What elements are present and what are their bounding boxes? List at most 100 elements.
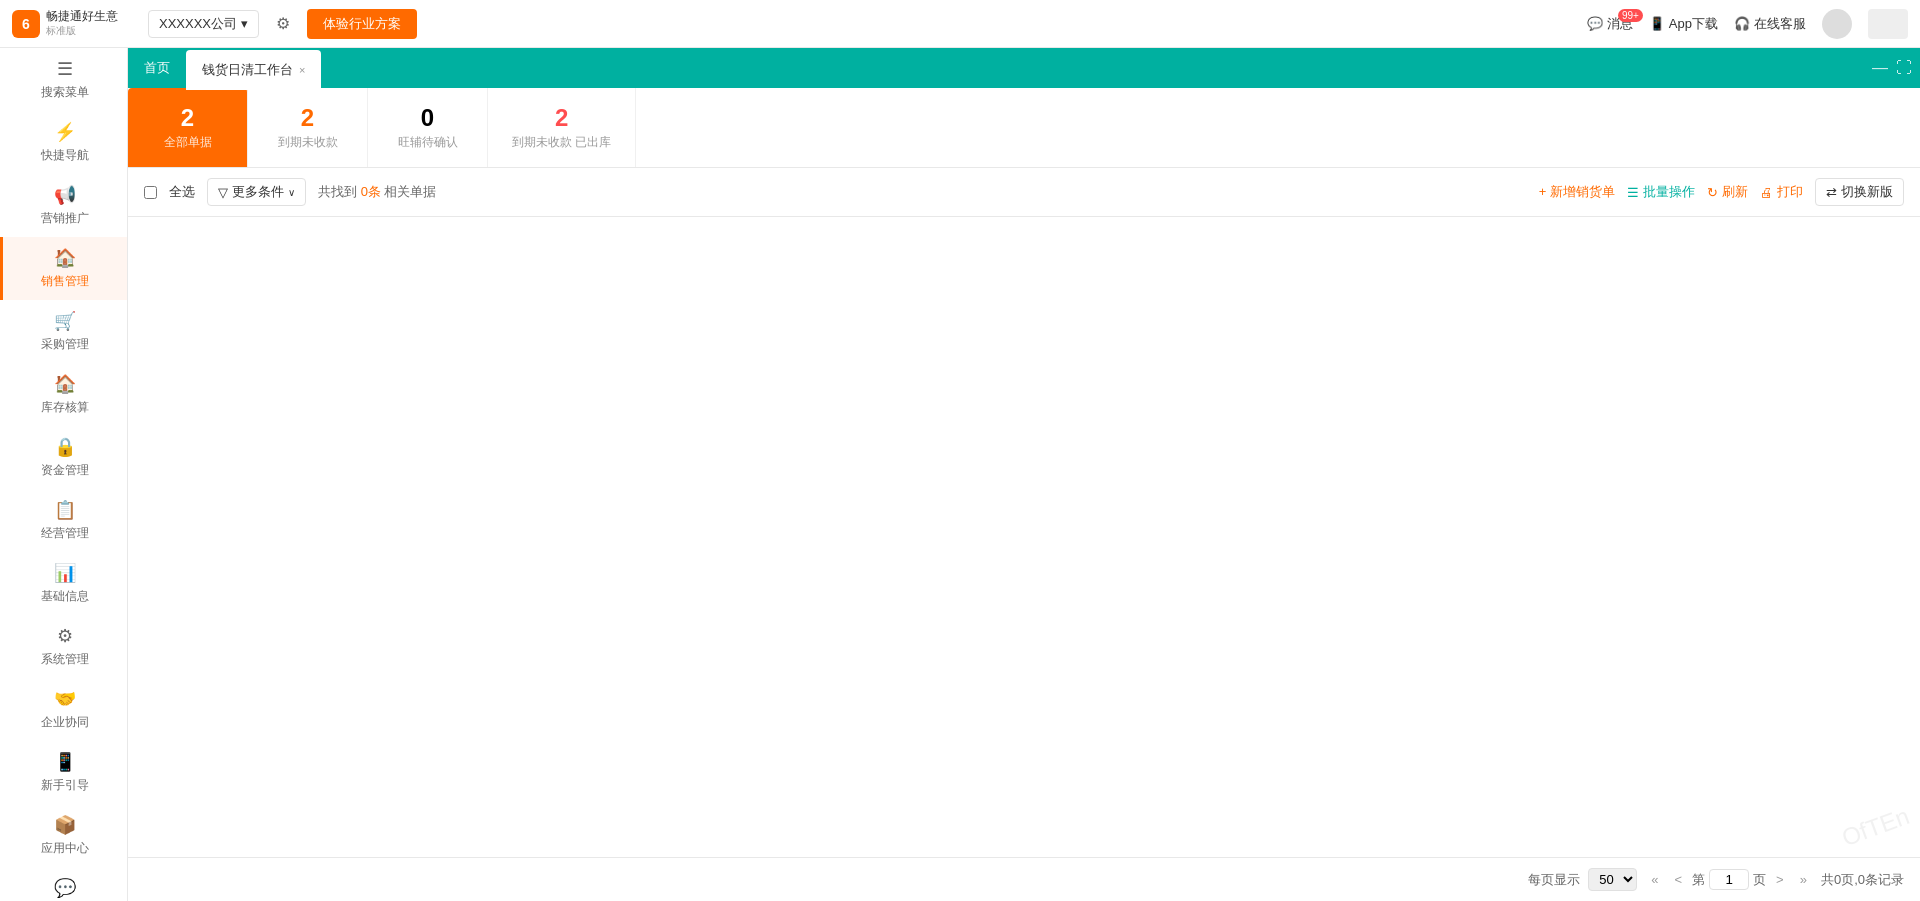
main-content: 2 全部单据 2 到期未收款 0 旺辅待确认 2 到期未收款 已出库 全选 ▽ … <box>128 88 1920 901</box>
sidebar-item-marketing[interactable]: 📢 营销推广 <box>0 174 127 237</box>
operations-icon: 📋 <box>54 499 76 521</box>
top-bar: 6 畅捷通好生意 标准版 XXXXXX公司 ▾ ⚙ 体验行业方案 💬 消息 99… <box>0 0 1920 48</box>
app-center-icon: 📦 <box>54 814 76 836</box>
switch-icon: ⇄ <box>1826 185 1837 200</box>
experience-button[interactable]: 体验行业方案 <box>307 9 417 39</box>
sidebar-item-system[interactable]: ⚙ 系统管理 <box>0 615 127 678</box>
sidebar-item-base-info[interactable]: 📊 基础信息 <box>0 552 127 615</box>
message-icon: 💬 <box>1587 16 1603 31</box>
table-area <box>128 217 1920 882</box>
stat-num-pending: 0 <box>392 104 463 132</box>
sidebar-item-operations[interactable]: 📋 经营管理 <box>0 489 127 552</box>
stat-num-shipped: 2 <box>512 104 611 132</box>
found-num: 0条 <box>361 184 381 199</box>
company-name: XXXXXX公司 <box>159 15 237 33</box>
marketing-icon: 📢 <box>54 184 76 206</box>
system-icon: ⚙ <box>57 625 73 647</box>
guide-icon: 📱 <box>54 751 76 773</box>
print-button[interactable]: 🖨 打印 <box>1760 183 1803 201</box>
filter-icon: ▽ <box>218 185 228 200</box>
settings-icon[interactable]: ⚙ <box>267 8 299 40</box>
logo-icon: 6 <box>12 10 40 38</box>
toolbar: 全选 ▽ 更多条件 ∨ 共找到 0条 相关单据 + 新增销货单 ☰ 批量操作 ↻… <box>128 168 1920 217</box>
sidebar-item-guide[interactable]: 📱 新手引导 <box>0 741 127 804</box>
stat-card-all[interactable]: 2 全部单据 <box>128 88 248 167</box>
first-page-button[interactable]: « <box>1645 870 1664 889</box>
page-suffix: 页 <box>1753 871 1766 889</box>
tab-controls: — ⛶ <box>1872 59 1920 77</box>
finance-icon: 🔒 <box>54 436 76 458</box>
inventory-icon: 🏠 <box>54 373 76 395</box>
sidebar-item-app-center[interactable]: 📦 应用中心 <box>0 804 127 867</box>
toolbar-right: + 新增销货单 ☰ 批量操作 ↻ 刷新 🖨 打印 ⇄ 切换新版 <box>1539 178 1904 206</box>
tab-maximize-icon[interactable]: ⛶ <box>1896 59 1912 77</box>
refresh-button[interactable]: ↻ 刷新 <box>1707 183 1748 201</box>
sidebar-item-purchase[interactable]: 🛒 采购管理 <box>0 300 127 363</box>
page-nav: « < 第 1 页 > » <box>1645 869 1813 890</box>
switch-version-button[interactable]: ⇄ 切换新版 <box>1815 178 1904 206</box>
top-right-area: 💬 消息 99+ 📱 App下载 🎧 在线客服 <box>1587 9 1908 39</box>
stat-num-overdue: 2 <box>272 104 343 132</box>
page-total: 共0页,0条记录 <box>1821 871 1904 889</box>
tab-bar: 首页 钱货日清工作台 × — ⛶ <box>128 48 1920 88</box>
tab-minimize-icon[interactable]: — <box>1872 59 1888 77</box>
message-badge: 99+ <box>1618 9 1643 22</box>
sidebar-item-cooperation[interactable]: 🤝 企业协同 <box>0 678 127 741</box>
app-download-button[interactable]: 📱 App下载 <box>1649 15 1718 33</box>
filter-chevron-icon: ∨ <box>288 187 295 198</box>
download-icon: 📱 <box>1649 16 1665 31</box>
stat-label-overdue: 到期未收款 <box>272 134 343 151</box>
stat-label-all: 全部单据 <box>152 134 223 151</box>
prev-page-button[interactable]: < <box>1669 870 1689 889</box>
refresh-icon: ↻ <box>1707 185 1718 200</box>
base-info-icon: 📊 <box>54 562 76 584</box>
sidebar-item-finance[interactable]: 🔒 资金管理 <box>0 426 127 489</box>
cooperation-icon: 🤝 <box>54 688 76 710</box>
tab-close-icon[interactable]: × <box>299 64 305 76</box>
print-icon: 🖨 <box>1760 185 1773 200</box>
tab-active[interactable]: 钱货日清工作台 × <box>186 50 321 90</box>
service-icon: 🎧 <box>1734 16 1750 31</box>
wechat-icon: 💬 <box>54 877 76 899</box>
page-label: 第 <box>1692 871 1705 889</box>
select-all-checkbox[interactable] <box>144 186 157 199</box>
search-menu-icon: ☰ <box>57 58 73 80</box>
sidebar-item-search-menu[interactable]: ☰ 搜索菜单 <box>0 48 127 111</box>
app-title: 畅捷通好生意 <box>46 9 118 25</box>
last-page-button[interactable]: » <box>1794 870 1813 889</box>
add-sale-button[interactable]: + 新增销货单 <box>1539 183 1615 201</box>
stat-card-shipped[interactable]: 2 到期未收款 已出库 <box>488 88 636 167</box>
page-input[interactable]: 1 <box>1709 869 1749 890</box>
page-size-label: 每页显示 <box>1528 871 1580 889</box>
batch-icon: ☰ <box>1627 185 1639 200</box>
pagination-bar: 每页显示 50 « < 第 1 页 > » 共0页,0条记录 <box>128 857 1920 901</box>
page-size-select[interactable]: 50 <box>1588 868 1637 891</box>
filter-button[interactable]: ▽ 更多条件 ∨ <box>207 178 306 206</box>
sidebar-item-quick-nav[interactable]: ⚡ 快捷导航 <box>0 111 127 174</box>
online-service-button[interactable]: 🎧 在线客服 <box>1734 15 1806 33</box>
stat-num-all: 2 <box>152 104 223 132</box>
batch-operation-button[interactable]: ☰ 批量操作 <box>1627 183 1695 201</box>
user-menu[interactable] <box>1868 9 1908 39</box>
purchase-icon: 🛒 <box>54 310 76 332</box>
found-text: 共找到 0条 相关单据 <box>318 183 436 201</box>
sales-icon: 🏠 <box>54 247 76 269</box>
tab-home[interactable]: 首页 <box>128 48 186 88</box>
sidebar-item-sales[interactable]: 🏠 销售管理 <box>0 237 127 300</box>
stat-card-pending[interactable]: 0 旺辅待确认 <box>368 88 488 167</box>
next-page-button[interactable]: > <box>1770 870 1790 889</box>
chevron-down-icon: ▾ <box>241 16 248 31</box>
sidebar: ☰ 搜索菜单 ⚡ 快捷导航 📢 营销推广 🏠 销售管理 🛒 采购管理 🏠 库存核… <box>0 48 128 901</box>
sidebar-item-wechat[interactable]: 💬 企业微信 <box>0 867 127 901</box>
stat-label-pending: 旺辅待确认 <box>392 134 463 151</box>
message-button[interactable]: 💬 消息 99+ <box>1587 15 1633 33</box>
select-all-label: 全选 <box>169 183 195 201</box>
sidebar-item-inventory[interactable]: 🏠 库存核算 <box>0 363 127 426</box>
avatar[interactable] <box>1822 9 1852 39</box>
stats-row: 2 全部单据 2 到期未收款 0 旺辅待确认 2 到期未收款 已出库 <box>128 88 1920 168</box>
app-badge: 标准版 <box>46 24 118 38</box>
company-selector[interactable]: XXXXXX公司 ▾ <box>148 10 259 38</box>
stat-card-overdue[interactable]: 2 到期未收款 <box>248 88 368 167</box>
stat-label-shipped: 到期未收款 已出库 <box>512 134 611 151</box>
logo-area: 6 畅捷通好生意 标准版 <box>12 9 140 39</box>
